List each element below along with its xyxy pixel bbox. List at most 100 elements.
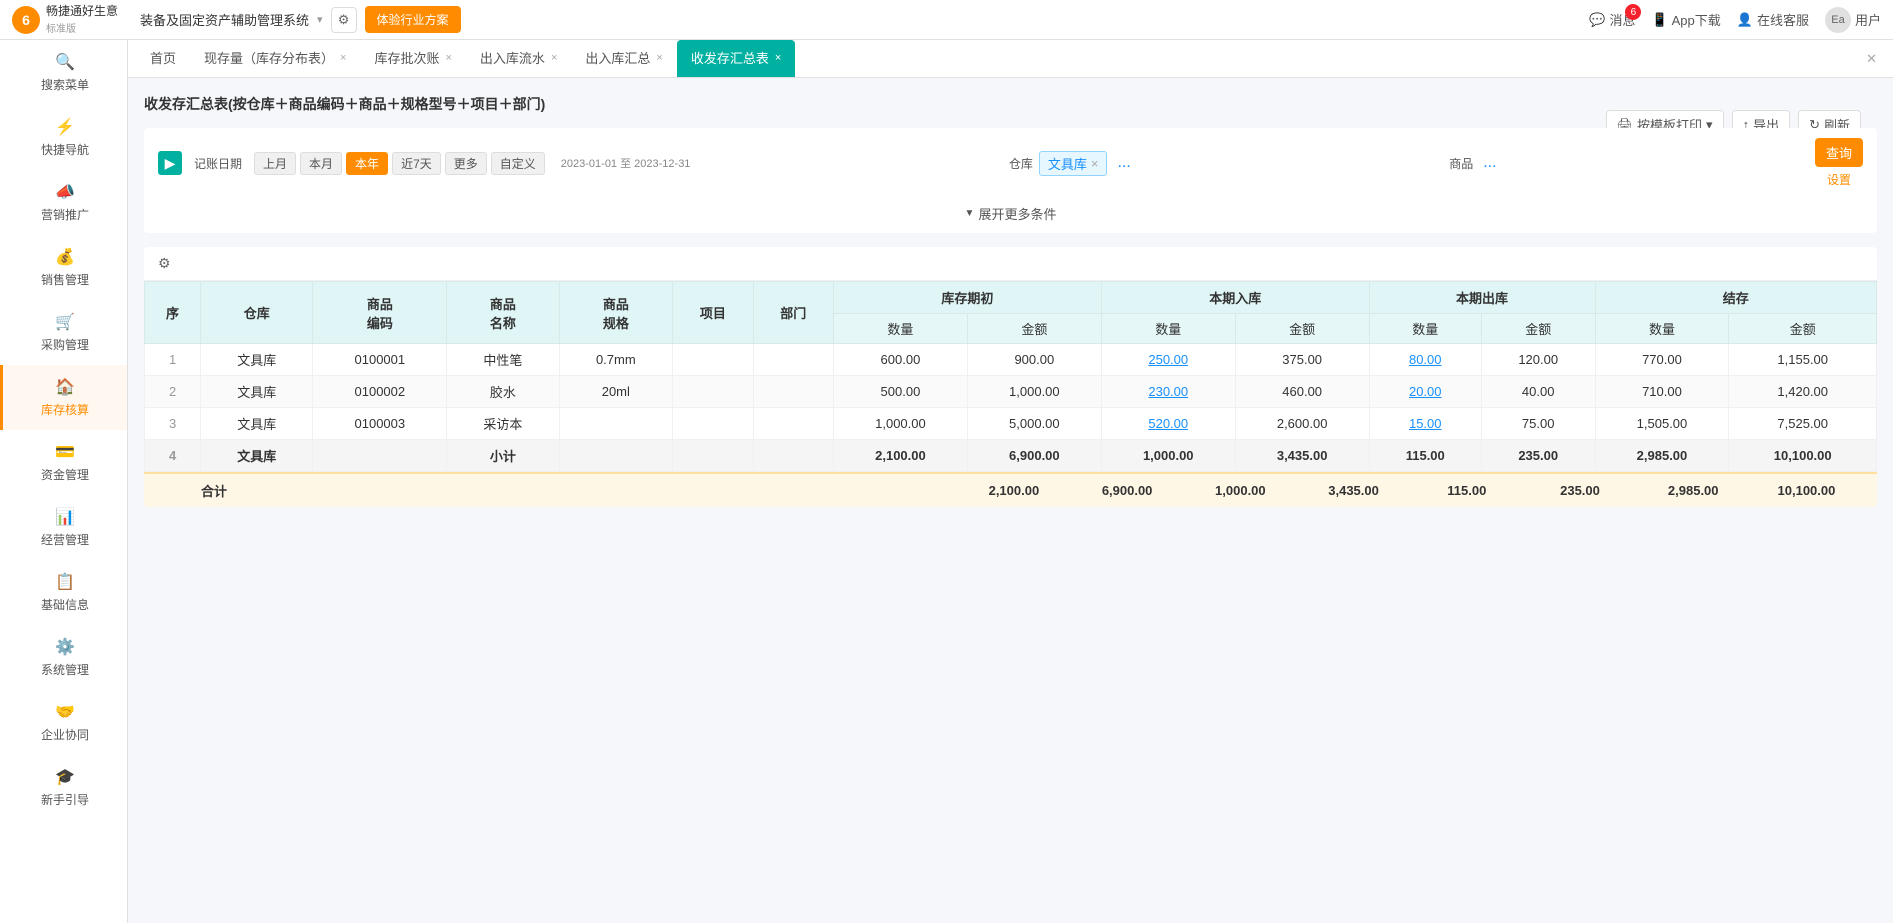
tab-in-out-flow[interactable]: 出入库流水 ×	[466, 40, 571, 77]
sidebar-item-search[interactable]: 🔍 搜索菜单	[0, 40, 127, 105]
table-row: 4文具库小计2,100.006,900.001,000.003,435.0011…	[145, 440, 1877, 472]
table-cell[interactable]: 230.00	[1101, 376, 1235, 408]
warehouse-more-button[interactable]: ...	[1117, 154, 1130, 172]
table-cell: 6,900.00	[967, 440, 1101, 472]
sidebar-item-purchase[interactable]: 🛒 采购管理	[0, 300, 127, 365]
date-btn-this-month[interactable]: 本月	[300, 152, 342, 175]
sidebar-item-quick-nav[interactable]: ⚡ 快捷导航	[0, 105, 127, 170]
tab-in-out-summary[interactable]: 出入库汇总 ×	[571, 40, 676, 77]
date-btn-custom[interactable]: 自定义	[491, 152, 545, 175]
table-cell: 中性笔	[447, 344, 559, 376]
online-service-button[interactable]: 👤 在线客服	[1737, 10, 1809, 29]
marketing-icon: 📣	[55, 182, 75, 202]
tab-recv-send-summary-close[interactable]: ×	[775, 52, 781, 64]
sidebar-item-marketing[interactable]: 📣 营销推广	[0, 170, 127, 235]
table-cell: 1,420.00	[1729, 376, 1877, 408]
goods-more-button[interactable]: ...	[1483, 154, 1496, 172]
tab-inventory-dist[interactable]: 现存量（库存分布表） ×	[190, 40, 360, 77]
app-download-label: App下载	[1672, 10, 1721, 29]
table-cell: 900.00	[967, 344, 1101, 376]
table-cell[interactable]: 250.00	[1101, 344, 1235, 376]
th-balance-amt: 金额	[1729, 314, 1877, 344]
table-cell: 2	[145, 376, 201, 408]
th-dept: 部门	[753, 282, 833, 344]
table-cell[interactable]: 80.00	[1369, 344, 1481, 376]
date-btn-more[interactable]: 更多	[445, 152, 487, 175]
tab-inventory-dist-label: 现存量（库存分布表）	[204, 48, 334, 67]
tab-inventory-dist-close[interactable]: ×	[340, 52, 346, 64]
app-download-button[interactable]: 📱 App下载	[1651, 10, 1720, 29]
tab-bar-close-button[interactable]: ✕	[1858, 47, 1885, 71]
table-cell: 2,600.00	[1235, 408, 1369, 440]
th-balance: 结存	[1595, 282, 1876, 314]
warehouse-tag-text: 文具库	[1048, 154, 1087, 173]
sidebar-item-operations-label: 经营管理	[41, 531, 89, 548]
tab-recv-send-summary[interactable]: 收发存汇总表 ×	[677, 40, 795, 77]
sidebar-item-operations[interactable]: 📊 经营管理	[0, 495, 127, 560]
tab-home-label: 首页	[150, 48, 176, 67]
top-bar: 6 畅捷通好生意 标准版 装备及固定资产辅助管理系统 ▾ ⚙ 体验行业方案 💬 …	[0, 0, 1893, 40]
sidebar-item-basic-info-label: 基础信息	[41, 596, 89, 613]
table-cell	[673, 344, 753, 376]
table-cell: 7,525.00	[1729, 408, 1877, 440]
table-cell[interactable]: 15.00	[1369, 408, 1481, 440]
sidebar-item-system[interactable]: ⚙️ 系统管理	[0, 625, 127, 690]
tab-in-out-flow-close[interactable]: ×	[551, 52, 557, 64]
th-opening: 库存期初	[833, 282, 1101, 314]
warehouse-tag-remove[interactable]: ×	[1091, 156, 1099, 171]
table-cell: 文具库	[201, 440, 313, 472]
lightning-icon: ⚡	[55, 117, 75, 137]
th-name: 商品名称	[447, 282, 559, 344]
sidebar-item-newbie[interactable]: 🎓 新手引导	[0, 755, 127, 820]
filter-expand-button[interactable]: ▶	[158, 151, 182, 175]
search-icon: 🔍	[55, 52, 75, 72]
service-icon: 👤	[1737, 12, 1753, 28]
settings-button[interactable]: ⚙	[331, 7, 357, 33]
tab-home[interactable]: 首页	[136, 40, 190, 77]
th-warehouse: 仓库	[201, 282, 313, 344]
table-container: ⚙ 序 仓库 商品编码 商品名称 商品规格 项目 部门 库存期初	[144, 247, 1877, 507]
table-cell: 1,000.00	[1101, 440, 1235, 472]
date-filter-label: 记账日期	[194, 155, 242, 172]
table-cell: 460.00	[1235, 376, 1369, 408]
user-label: 用户	[1855, 10, 1881, 29]
tab-batch-ledger[interactable]: 库存批次账 ×	[360, 40, 465, 77]
table-cell: 120.00	[1481, 344, 1595, 376]
tab-in-out-summary-label: 出入库汇总	[585, 48, 650, 67]
app-title-area: 装备及固定资产辅助管理系统 ▾ ⚙ 体验行业方案	[140, 6, 1589, 33]
filter-settings-link[interactable]: 设置	[1827, 171, 1851, 188]
goods-label: 商品	[1449, 155, 1473, 172]
table-cell: 文具库	[201, 344, 313, 376]
message-button[interactable]: 💬 消息 6	[1589, 10, 1635, 29]
sidebar-item-enterprise-label: 企业协同	[41, 726, 89, 743]
date-btn-7days[interactable]: 近7天	[392, 152, 441, 175]
date-btn-last-month[interactable]: 上月	[254, 152, 296, 175]
tab-in-out-summary-close[interactable]: ×	[656, 52, 662, 64]
expand-more-label: 展开更多条件	[978, 204, 1056, 223]
table-cell: 115.00	[1369, 440, 1481, 472]
title-dropdown-icon[interactable]: ▾	[317, 13, 323, 26]
th-in: 本期入库	[1101, 282, 1369, 314]
table-cell: 文具库	[201, 376, 313, 408]
table-cell: 0100001	[313, 344, 447, 376]
date-btn-this-year[interactable]: 本年	[346, 152, 388, 175]
footer-cells: 2,100.00 6,900.00 1,000.00 3,435.00 115.…	[278, 483, 1863, 498]
footer-label: 合计	[158, 481, 278, 500]
table-cell[interactable]: 20.00	[1369, 376, 1481, 408]
footer-balance-qty: 2,985.00	[1637, 483, 1750, 498]
main-layout: 🔍 搜索菜单 ⚡ 快捷导航 📣 营销推广 💰 销售管理 🛒 采购管理 🏠 库存核…	[0, 40, 1893, 923]
expand-more-button[interactable]: ▼ 展开更多条件	[965, 204, 1057, 223]
user-button[interactable]: Ea 用户	[1825, 7, 1881, 33]
sidebar-item-basic-info[interactable]: 📋 基础信息	[0, 560, 127, 625]
try-industry-button[interactable]: 体验行业方案	[365, 6, 461, 33]
tab-batch-ledger-close[interactable]: ×	[445, 52, 451, 64]
sidebar-item-sales[interactable]: 💰 销售管理	[0, 235, 127, 300]
query-button[interactable]: 查询	[1815, 138, 1863, 167]
table-cell	[559, 440, 673, 472]
sidebar-item-enterprise[interactable]: 🤝 企业协同	[0, 690, 127, 755]
sidebar-item-inventory[interactable]: 🏠 库存核算	[0, 365, 127, 430]
table-cell[interactable]: 520.00	[1101, 408, 1235, 440]
sidebar-item-finance[interactable]: 💳 资金管理	[0, 430, 127, 495]
table-footer: 合计 2,100.00 6,900.00 1,000.00 3,435.00 1…	[144, 472, 1877, 507]
column-settings-icon[interactable]: ⚙	[158, 255, 171, 272]
